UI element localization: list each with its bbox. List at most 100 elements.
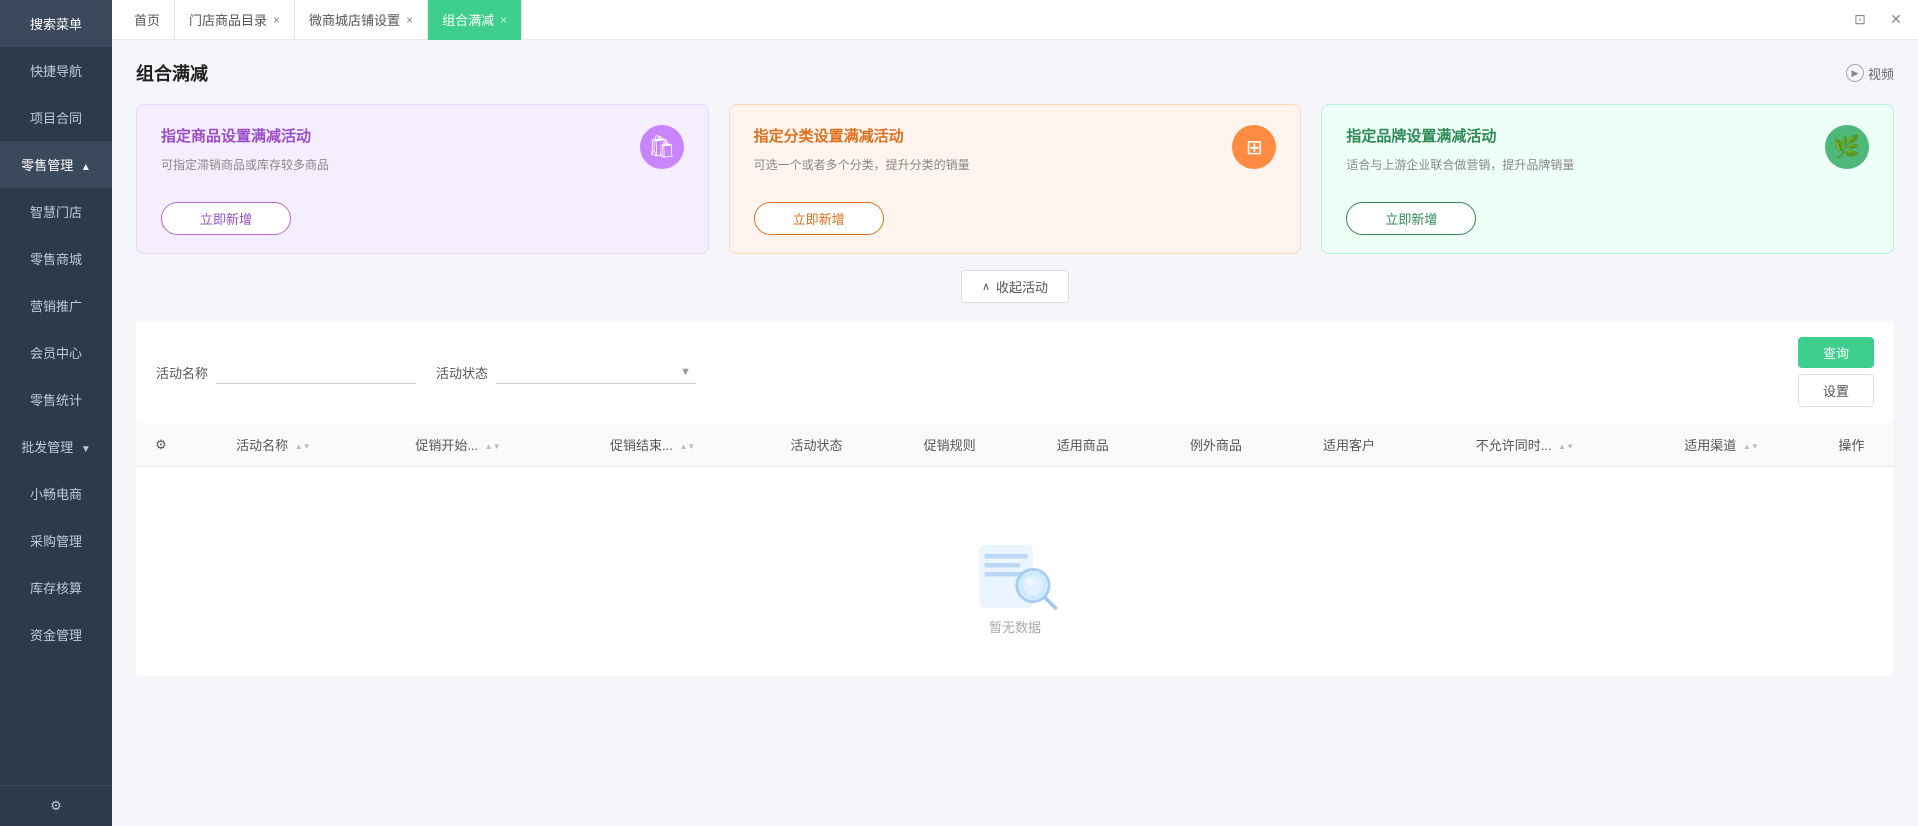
th-operation: 操作: [1809, 423, 1894, 467]
activity-status-label: 活动状态: [436, 363, 488, 382]
th-promo-start: 促销开始... ▲▼: [361, 423, 556, 467]
close-button[interactable]: ✕: [1882, 6, 1910, 34]
data-table-wrapper: ⚙ 活动名称 ▲▼ 促销开始... ▲▼ 促销结束... ▲▼: [136, 423, 1894, 676]
activity-name-input[interactable]: [216, 360, 416, 384]
sidebar-item-label: 零售管理: [21, 158, 73, 173]
sidebar-item-label: 资金管理: [30, 628, 82, 643]
sidebar-item-retail-stats[interactable]: 零售统计: [0, 376, 112, 423]
sidebar-item-retail-mall[interactable]: 零售商城: [0, 235, 112, 282]
maximize-icon: ⊡: [1854, 11, 1866, 28]
sidebar-settings-btn[interactable]: ⚙: [0, 785, 112, 826]
sidebar-item-inventory[interactable]: 库存核算: [0, 564, 112, 611]
sidebar-search[interactable]: 搜索菜单: [0, 0, 112, 47]
promo-card-product: 🛍 指定商品设置满减活动 可指定滞销商品或库存较多商品 立即新增: [136, 104, 709, 254]
tab-close-icon[interactable]: ×: [406, 13, 413, 27]
collapse-activity-btn[interactable]: ∧ 收起活动: [961, 270, 1069, 303]
data-table: ⚙ 活动名称 ▲▼ 促销开始... ▲▼ 促销结束... ▲▼: [136, 423, 1894, 676]
category-promo-add-btn[interactable]: 立即新增: [754, 202, 884, 235]
table-body: 暂无数据: [136, 467, 1894, 677]
sidebar-search-label: 搜索菜单: [30, 17, 82, 32]
sidebar-item-label: 采购管理: [30, 534, 82, 549]
th-promo-rule: 促销规则: [883, 423, 1016, 467]
tab-label: 首页: [134, 10, 160, 29]
tab-close-icon[interactable]: ×: [273, 13, 280, 27]
sidebar-item-finance-mgmt[interactable]: 资金管理: [0, 611, 112, 658]
category-promo-desc: 可选一个或者多个分类，提升分类的销量: [754, 156, 1120, 186]
sidebar-item-label: 零售商城: [30, 252, 82, 267]
th-applicable-channel: 适用渠道 ▲▼: [1634, 423, 1809, 467]
sidebar-item-purchase-mgmt[interactable]: 采购管理: [0, 517, 112, 564]
activity-status-select-wrapper: ▼: [496, 360, 691, 384]
setting-button[interactable]: 设置: [1798, 374, 1874, 407]
sidebar-item-quick-nav[interactable]: 快捷导航: [0, 47, 112, 94]
empty-text: 暂无数据: [989, 617, 1041, 636]
table-header: ⚙ 活动名称 ▲▼ 促销开始... ▲▼ 促销结束... ▲▼: [136, 423, 1894, 467]
sidebar-item-label: 快捷导航: [30, 64, 82, 79]
promo-cards-row: 🛍 指定商品设置满减活动 可指定滞销商品或库存较多商品 立即新增 ⊞ 指定分类设…: [136, 104, 1894, 254]
chevron-up-icon: ▲: [81, 162, 91, 173]
sidebar-item-label: 批发管理: [21, 440, 73, 455]
th-applicable-customer: 适用客户: [1282, 423, 1415, 467]
sidebar-item-retail-mgmt[interactable]: 零售管理 ▲: [0, 141, 112, 188]
brand-promo-icon: 🌿: [1825, 125, 1869, 169]
sidebar-item-member-center[interactable]: 会员中心: [0, 329, 112, 376]
sidebar-item-xiaochang-ec[interactable]: 小畅电商: [0, 470, 112, 517]
empty-state: 暂无数据: [136, 467, 1894, 676]
product-promo-desc: 可指定滞销商品或库存较多商品: [161, 156, 527, 186]
tab-home[interactable]: 首页: [120, 0, 175, 40]
video-label: 视频: [1868, 64, 1894, 83]
sidebar-item-label: 项目合同: [30, 111, 82, 126]
page-title: 组合满减: [136, 60, 208, 86]
th-settings[interactable]: ⚙: [136, 423, 186, 467]
product-promo-add-btn[interactable]: 立即新增: [161, 202, 291, 235]
promo-card-brand: 🌿 指定品牌设置满减活动 适合与上游企业联合做营销，提升品牌销量 立即新增: [1321, 104, 1894, 254]
sidebar-item-marketing[interactable]: 营销推广: [0, 282, 112, 329]
maximize-button[interactable]: ⊡: [1846, 6, 1874, 34]
sidebar-item-project-contract[interactable]: 项目合同: [0, 94, 112, 141]
gear-icon: ⚙: [50, 798, 62, 813]
category-promo-title: 指定分类设置满减活动: [754, 125, 1277, 146]
sidebar-item-label: 智慧门店: [30, 205, 82, 220]
chevron-up-icon: ∧: [982, 280, 990, 293]
product-promo-title: 指定商品设置满减活动: [161, 125, 684, 146]
empty-state-row: 暂无数据: [136, 467, 1894, 677]
collapse-bar: ∧ 收起活动: [136, 270, 1894, 303]
filter-activity-status: 活动状态 ▼: [436, 360, 691, 384]
sort-icon[interactable]: ▲▼: [1558, 443, 1574, 451]
sidebar: 搜索菜单 快捷导航 项目合同 零售管理 ▲ 智慧门店 零售商城 营销推广 会员中…: [0, 0, 112, 826]
th-exception-goods: 例外商品: [1149, 423, 1282, 467]
sidebar-item-label: 小畅电商: [30, 487, 82, 502]
tab-store-catalog[interactable]: 门店商品目录 ×: [175, 0, 295, 40]
sidebar-item-label: 库存核算: [30, 581, 82, 596]
brand-promo-title: 指定品牌设置满减活动: [1346, 125, 1869, 146]
th-activity-name: 活动名称 ▲▼: [186, 423, 361, 467]
sidebar-item-label: 零售统计: [30, 393, 82, 408]
filter-activity-name: 活动名称: [156, 360, 416, 384]
brand-promo-desc: 适合与上游企业联合做营销，提升品牌销量: [1346, 156, 1712, 186]
promo-card-category: ⊞ 指定分类设置满减活动 可选一个或者多个分类，提升分类的销量 立即新增: [729, 104, 1302, 254]
sort-icon[interactable]: ▲▼: [295, 443, 311, 451]
window-controls: ⊡ ✕: [1846, 6, 1910, 34]
query-button[interactable]: 查询: [1798, 337, 1874, 368]
sort-icon[interactable]: ▲▼: [485, 443, 501, 451]
th-not-allow-concurrent: 不允许同时... ▲▼: [1416, 423, 1635, 467]
collapse-label: 收起活动: [996, 277, 1048, 296]
sidebar-item-smart-store[interactable]: 智慧门店: [0, 188, 112, 235]
sidebar-item-label: 营销推广: [30, 299, 82, 314]
settings-icon: ⚙: [155, 437, 167, 452]
tab-wechat-store[interactable]: 微商城店铺设置 ×: [295, 0, 428, 40]
sort-icon[interactable]: ▲▼: [1743, 443, 1759, 451]
sort-icon[interactable]: ▲▼: [679, 443, 695, 451]
video-link[interactable]: ▶ 视频: [1846, 64, 1894, 83]
brand-promo-add-btn[interactable]: 立即新增: [1346, 202, 1476, 235]
tab-close-icon[interactable]: ×: [500, 13, 507, 27]
close-icon: ✕: [1890, 11, 1902, 28]
tab-combo-discount[interactable]: 组合满减 ×: [428, 0, 522, 40]
sidebar-item-wholesale-mgmt[interactable]: 批发管理 ▼: [0, 423, 112, 470]
main-area: 首页 门店商品目录 × 微商城店铺设置 × 组合满减 × ⊡ ✕ 组合满减: [112, 0, 1918, 826]
empty-illustration: [960, 527, 1070, 617]
activity-status-select[interactable]: [496, 360, 696, 384]
product-promo-icon: 🛍: [640, 125, 684, 169]
activity-name-label: 活动名称: [156, 363, 208, 382]
sidebar-item-label: 会员中心: [30, 346, 82, 361]
